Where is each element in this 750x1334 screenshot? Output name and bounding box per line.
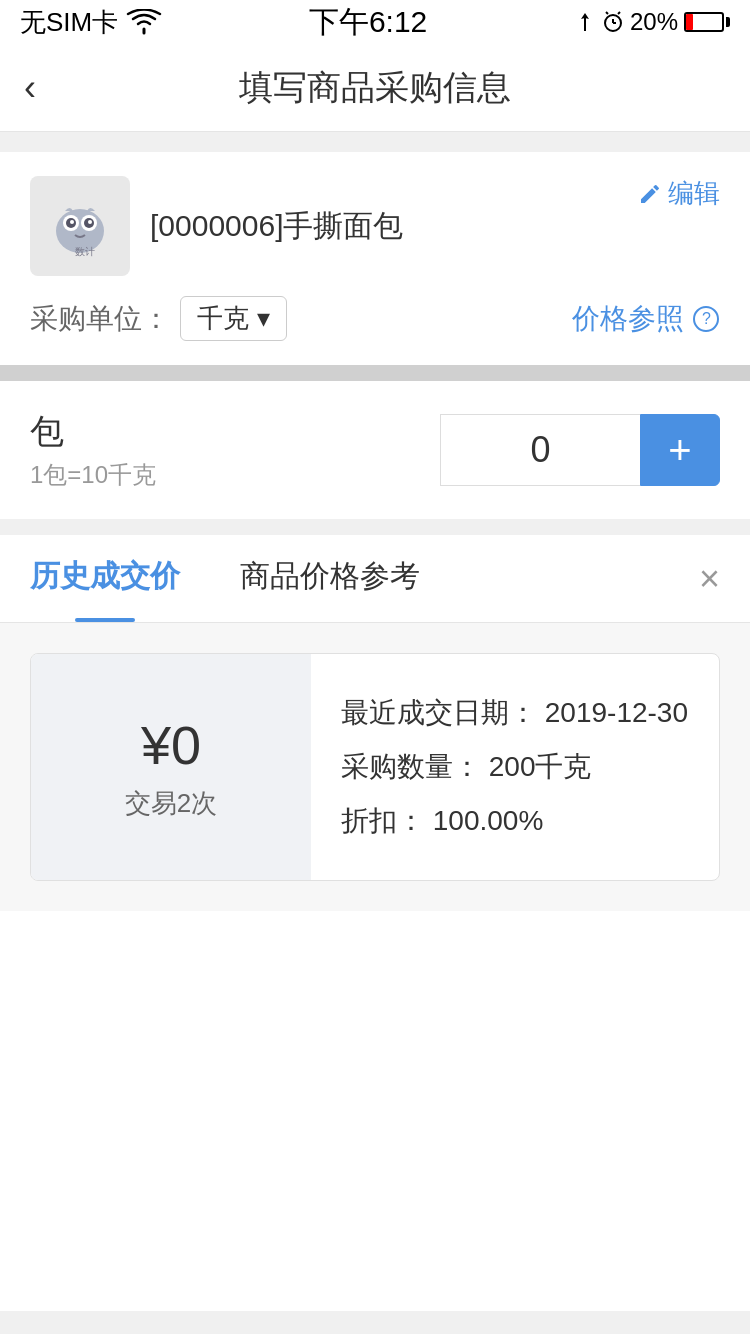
status-time: 下午6:12 — [309, 2, 427, 43]
svg-point-11 — [70, 220, 74, 224]
status-right: 20% — [574, 8, 730, 36]
svg-point-12 — [88, 220, 92, 224]
history-price-section: ¥0 交易2次 — [31, 654, 311, 880]
wifi-icon — [126, 9, 162, 35]
product-left: 数计 [0000006]手撕面包 — [30, 176, 403, 276]
svg-text:数计: 数计 — [75, 246, 95, 257]
history-date-label: 最近成交日期： — [341, 697, 537, 728]
quantity-plus-button[interactable]: + — [640, 414, 720, 486]
history-details: 最近成交日期： 2019-12-30 采购数量： 200千克 折扣： 100.0… — [311, 654, 719, 880]
quantity-input[interactable] — [440, 414, 640, 486]
quantity-unit-desc: 1包=10千克 — [30, 459, 156, 491]
tab-history-label: 历史成交价 — [30, 556, 180, 597]
battery-icon — [684, 12, 730, 32]
unit-select[interactable]: 千克 ▾ — [180, 296, 287, 341]
status-left: 无SIM卡 — [20, 5, 162, 40]
page-title: 填写商品采购信息 — [239, 65, 511, 111]
edit-button[interactable]: 编辑 — [638, 176, 720, 211]
history-content: ¥0 交易2次 最近成交日期： 2019-12-30 采购数量： 200千克 折… — [0, 623, 750, 911]
product-card: 数计 [0000006]手撕面包 编辑 采购单位： 千克 ▾ 价格参照 — [0, 152, 750, 365]
product-name: [0000006]手撕面包 — [150, 206, 403, 247]
alarm-icon — [602, 11, 624, 33]
history-price-value: ¥0 — [141, 714, 201, 776]
quantity-input-group: + — [440, 414, 720, 486]
location-icon — [574, 11, 596, 33]
purchase-unit-row: 采购单位： 千克 ▾ 价格参照 ? — [30, 296, 720, 341]
tabs-nav: 历史成交价 商品价格参考 — [30, 535, 420, 622]
edit-icon — [638, 182, 662, 206]
nav-bar: ‹ 填写商品采购信息 — [0, 44, 750, 132]
history-discount-row: 折扣： 100.00% — [341, 802, 689, 840]
tabs-header: 历史成交价 商品价格参考 × — [0, 535, 750, 623]
back-button[interactable]: ‹ — [24, 67, 36, 109]
history-discount-value: 100.00% — [433, 805, 544, 836]
help-icon: ? — [692, 305, 720, 333]
history-date-value: 2019-12-30 — [545, 697, 688, 728]
product-thumbnail: 数计 — [30, 176, 130, 276]
history-qty-value: 200千克 — [489, 751, 592, 782]
svg-text:?: ? — [702, 310, 711, 327]
product-info: [0000006]手撕面包 — [150, 206, 403, 247]
tab-history-price[interactable]: 历史成交价 — [30, 535, 180, 622]
quantity-row: 包 1包=10千克 + — [0, 381, 750, 519]
svg-line-4 — [606, 12, 608, 14]
history-times: 交易2次 — [125, 786, 217, 821]
history-discount-label: 折扣： — [341, 805, 425, 836]
product-header: 数计 [0000006]手撕面包 编辑 — [30, 176, 720, 276]
close-button[interactable]: × — [699, 558, 720, 600]
battery-percent: 20% — [630, 8, 678, 36]
tab-price-ref[interactable]: 商品价格参考 — [240, 535, 420, 622]
tab-underline — [75, 618, 135, 622]
signal-text: 无SIM卡 — [20, 5, 118, 40]
tab-price-ref-label: 商品价格参考 — [240, 556, 420, 597]
dropdown-arrow-icon: ▾ — [257, 303, 270, 334]
tabs-panel: 历史成交价 商品价格参考 × ¥0 交易2次 最近成交日期： 2019-12-3… — [0, 535, 750, 911]
purchase-unit-label: 采购单位： — [30, 300, 170, 338]
status-bar: 无SIM卡 下午6:12 20% — [0, 0, 750, 44]
history-date-row: 最近成交日期： 2019-12-30 — [341, 694, 689, 732]
section-divider — [0, 365, 750, 381]
history-qty-row: 采购数量： 200千克 — [341, 748, 689, 786]
page-bottom — [0, 911, 750, 1311]
quantity-unit-name: 包 — [30, 409, 156, 455]
price-ref-button[interactable]: 价格参照 ? — [572, 300, 720, 338]
history-card: ¥0 交易2次 最近成交日期： 2019-12-30 采购数量： 200千克 折… — [30, 653, 720, 881]
history-qty-label: 采购数量： — [341, 751, 481, 782]
quantity-label-group: 包 1包=10千克 — [30, 409, 156, 491]
owl-logo: 数计 — [40, 186, 120, 266]
svg-line-5 — [618, 12, 620, 14]
